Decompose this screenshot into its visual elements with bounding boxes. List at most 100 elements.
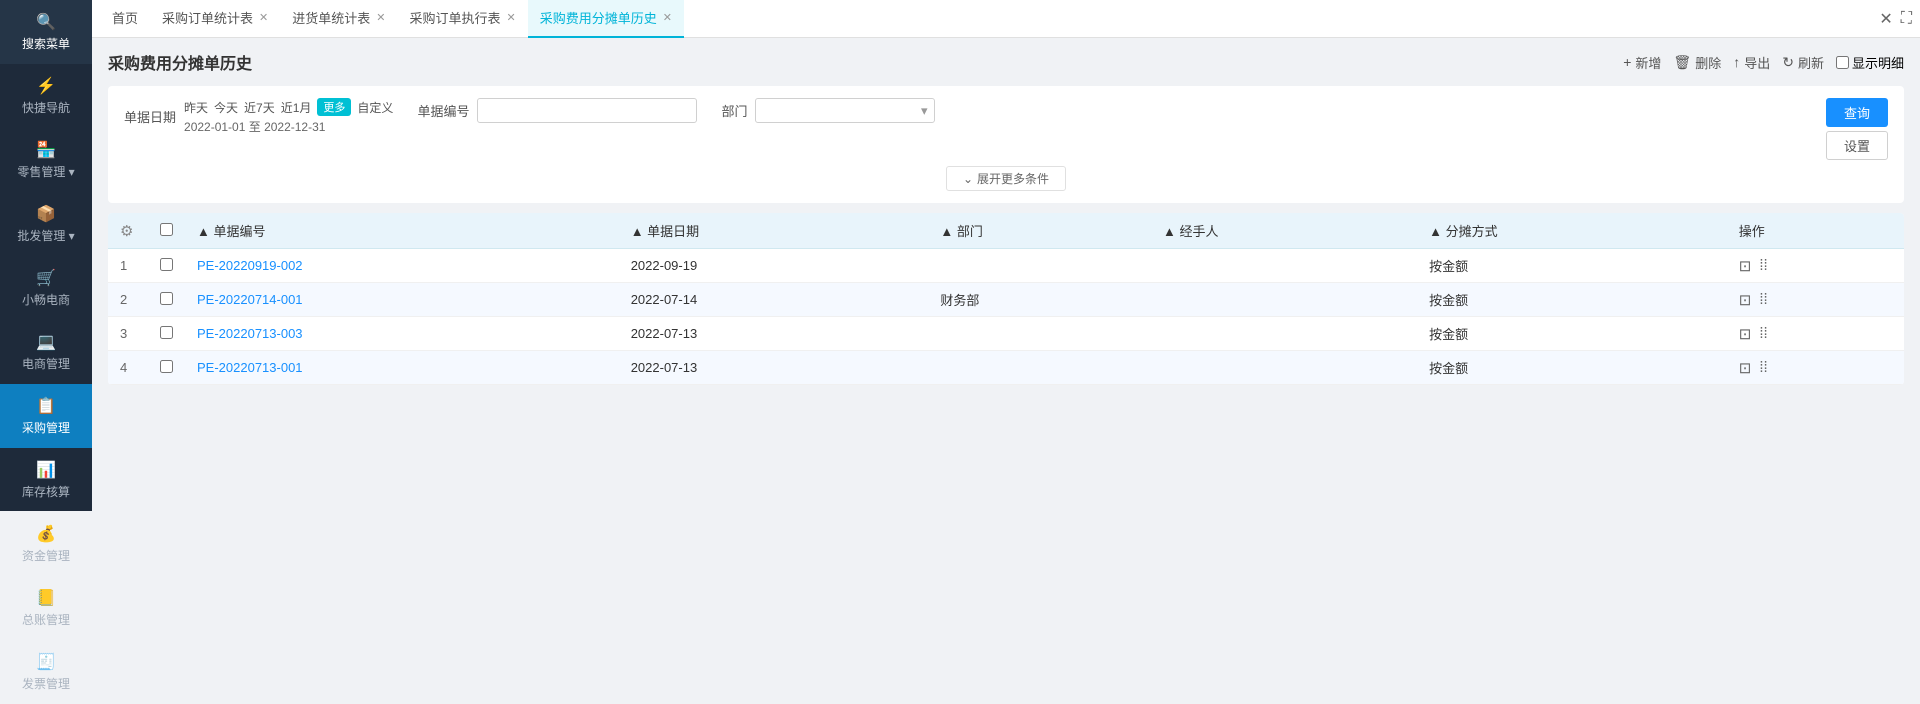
- header-row: ⚙ ▲ 单据编号 ▲ 单据日期 ▲ 部门: [108, 213, 1904, 249]
- sidebar-icon-quick: ⚡: [36, 76, 56, 96]
- sidebar-icon-wholesale: 📦: [36, 204, 56, 224]
- sidebar-icon-retail: 🏪: [36, 140, 56, 160]
- sidebar-item-wholesale[interactable]: 📦 批发管理 ▾: [0, 192, 92, 256]
- expand-conditions-button[interactable]: ⌄ 展开更多条件: [946, 166, 1066, 191]
- edit-icon-0[interactable]: ⊡: [1739, 257, 1752, 275]
- tab-close-purchase-cost-split[interactable]: ✕: [663, 11, 672, 24]
- tab-close-inbound-stat[interactable]: ✕: [376, 11, 385, 24]
- display-cols-checkbox[interactable]: [1836, 56, 1849, 69]
- table-row: 3 PE-20220713-003 2022-07-13 按金额 ⊡ ⁞⁞: [108, 317, 1904, 351]
- sidebar-icon-ecom-small: 🛒: [36, 268, 56, 288]
- row-dept-2: [928, 317, 1151, 351]
- order-no-link-1[interactable]: PE-20220714-001: [197, 292, 303, 307]
- sidebar-item-ledger[interactable]: 📒总账管理: [0, 576, 92, 640]
- more-icon-1[interactable]: ⁞⁞: [1759, 291, 1767, 309]
- setting-button[interactable]: 设置: [1826, 131, 1888, 160]
- sidebar-item-purchase[interactable]: 📋采购管理: [0, 384, 92, 448]
- tab-purchase-cost-split[interactable]: 采购费用分摊单历史 ✕: [528, 0, 684, 38]
- tab-purchase-order-stat[interactable]: 采购订单统计表 ✕: [150, 0, 280, 38]
- sidebar-item-retail[interactable]: 🏪零售管理 ▾: [0, 128, 92, 192]
- row-checkbox-2[interactable]: [160, 326, 173, 339]
- action-btn-add[interactable]: +新增: [1623, 53, 1661, 72]
- tab-label-inbound-stat: 进货单统计表: [292, 8, 370, 27]
- row-checkbox-cell-2: [148, 317, 185, 351]
- action-label-delete: 删除: [1695, 53, 1721, 72]
- row-checkbox-0[interactable]: [160, 258, 173, 271]
- action-btn-delete[interactable]: 🗑删除: [1673, 53, 1721, 72]
- page-header: 采购费用分摊单历史 +新增 🗑删除 ↑导出 ↻刷新 显示明细: [108, 50, 1904, 74]
- date-shortcut-今天[interactable]: 今天: [214, 99, 238, 116]
- order-no-link-2[interactable]: PE-20220713-003: [197, 326, 303, 341]
- row-handler-0: [1151, 249, 1417, 283]
- row-checkbox-1[interactable]: [160, 292, 173, 305]
- sidebar-item-finance[interactable]: 💰资金管理: [0, 512, 92, 576]
- dept-select-wrapper: 财务部: [755, 98, 935, 123]
- ops-group-1: ⊡ ⁞⁞: [1739, 291, 1892, 309]
- sidebar-icon-search: 🔍: [36, 12, 56, 32]
- select-all-checkbox[interactable]: [160, 223, 173, 236]
- row-ops-0: ⊡ ⁞⁞: [1727, 249, 1904, 283]
- date-field: 单据日期 昨天今天近7天近1月更多自定义 2022-01-01 至 2022-1…: [124, 98, 393, 135]
- sidebar-item-invoice[interactable]: 🧾发票管理: [0, 640, 92, 704]
- date-shortcut-近7天[interactable]: 近7天: [244, 99, 275, 116]
- row-num-1: 2: [108, 283, 148, 317]
- action-label-export: 导出: [1744, 53, 1770, 72]
- sidebar-item-ecom-small[interactable]: 🛒 小畅电商: [0, 256, 92, 320]
- action-label-add: 新增: [1635, 53, 1661, 72]
- col-handler-label: ▲ 经手人: [1163, 224, 1218, 239]
- table-body: 1 PE-20220919-002 2022-09-19 按金额 ⊡ ⁞⁞ 2: [108, 249, 1904, 385]
- maximize-icon[interactable]: ⛶: [1901, 10, 1912, 28]
- table-row: 2 PE-20220714-001 2022-07-14 财务部 按金额 ⊡ ⁞…: [108, 283, 1904, 317]
- action-btn-export[interactable]: ↑导出: [1733, 53, 1770, 72]
- col-split-method-label: ▲ 分摊方式: [1429, 224, 1497, 239]
- col-dept-label: ▲ 部门: [940, 224, 982, 239]
- date-shortcut-近1月[interactable]: 近1月: [281, 99, 312, 116]
- col-date: ▲ 单据日期: [619, 213, 929, 249]
- tab-close-purchase-order-exec[interactable]: ✕: [507, 11, 516, 24]
- display-cols-label[interactable]: 显示明细: [1836, 53, 1904, 72]
- date-shortcut-昨天[interactable]: 昨天: [184, 99, 208, 116]
- tab-home[interactable]: 首页: [100, 0, 150, 38]
- tab-close-purchase-order-stat[interactable]: ✕: [259, 11, 268, 24]
- settings-icon[interactable]: ⚙: [120, 223, 133, 240]
- tab-inbound-stat[interactable]: 进货单统计表 ✕: [280, 0, 397, 38]
- sidebar-label-inventory: 库存核算: [22, 483, 70, 500]
- sidebar-label-ecom-small: 小畅电商: [22, 291, 70, 308]
- action-btn-refresh[interactable]: ↻刷新: [1782, 53, 1824, 72]
- row-checkbox-cell-0: [148, 249, 185, 283]
- sidebar-item-inventory[interactable]: 📊库存核算: [0, 448, 92, 512]
- row-checkbox-3[interactable]: [160, 360, 173, 373]
- row-date-1: 2022-07-14: [619, 283, 929, 317]
- row-handler-2: [1151, 317, 1417, 351]
- sidebar-label-wholesale: 批发管理 ▾: [17, 227, 74, 244]
- action-icon-delete: 🗑: [1673, 54, 1691, 71]
- row-split-method-3: 按金额: [1417, 351, 1727, 385]
- sidebar-item-search[interactable]: 🔍搜索菜单: [0, 0, 92, 64]
- more-icon-3[interactable]: ⁞⁞: [1759, 359, 1767, 377]
- edit-icon-3[interactable]: ⊡: [1739, 359, 1752, 377]
- tab-label-purchase-cost-split: 采购费用分摊单历史: [540, 8, 657, 27]
- tab-purchase-order-exec[interactable]: 采购订单执行表✕: [397, 0, 527, 38]
- close-window-icon[interactable]: ✕: [1879, 9, 1892, 29]
- order-no-input[interactable]: [477, 98, 697, 123]
- row-order-no-3: PE-20220713-001: [185, 351, 619, 385]
- sidebar-item-ecom[interactable]: 💻电商管理: [0, 320, 92, 384]
- date-shortcut-更多[interactable]: 更多: [317, 98, 351, 116]
- order-no-link-0[interactable]: PE-20220919-002: [197, 258, 303, 273]
- sidebar-item-quick[interactable]: ⚡快捷导航: [0, 64, 92, 128]
- row-split-method-0: 按金额: [1417, 249, 1727, 283]
- edit-icon-1[interactable]: ⊡: [1739, 291, 1752, 309]
- row-ops-2: ⊡ ⁞⁞: [1727, 317, 1904, 351]
- edit-icon-2[interactable]: ⊡: [1739, 325, 1752, 343]
- page-title: 采购费用分摊单历史: [108, 50, 252, 74]
- display-cols-text: 显示明细: [1852, 53, 1904, 72]
- dept-select[interactable]: 财务部: [755, 98, 935, 123]
- order-no-link-3[interactable]: PE-20220713-001: [197, 360, 303, 375]
- tab-label-purchase-order-stat: 采购订单统计表: [162, 8, 253, 27]
- more-icon-2[interactable]: ⁞⁞: [1759, 325, 1767, 343]
- more-icon-0[interactable]: ⁞⁞: [1759, 257, 1767, 275]
- date-shortcut-自定义[interactable]: 自定义: [357, 99, 393, 116]
- chevron-down-icon: ⌄: [963, 172, 973, 186]
- col-order-no-label: ▲ 单据编号: [197, 224, 265, 239]
- search-button[interactable]: 查询: [1826, 98, 1888, 127]
